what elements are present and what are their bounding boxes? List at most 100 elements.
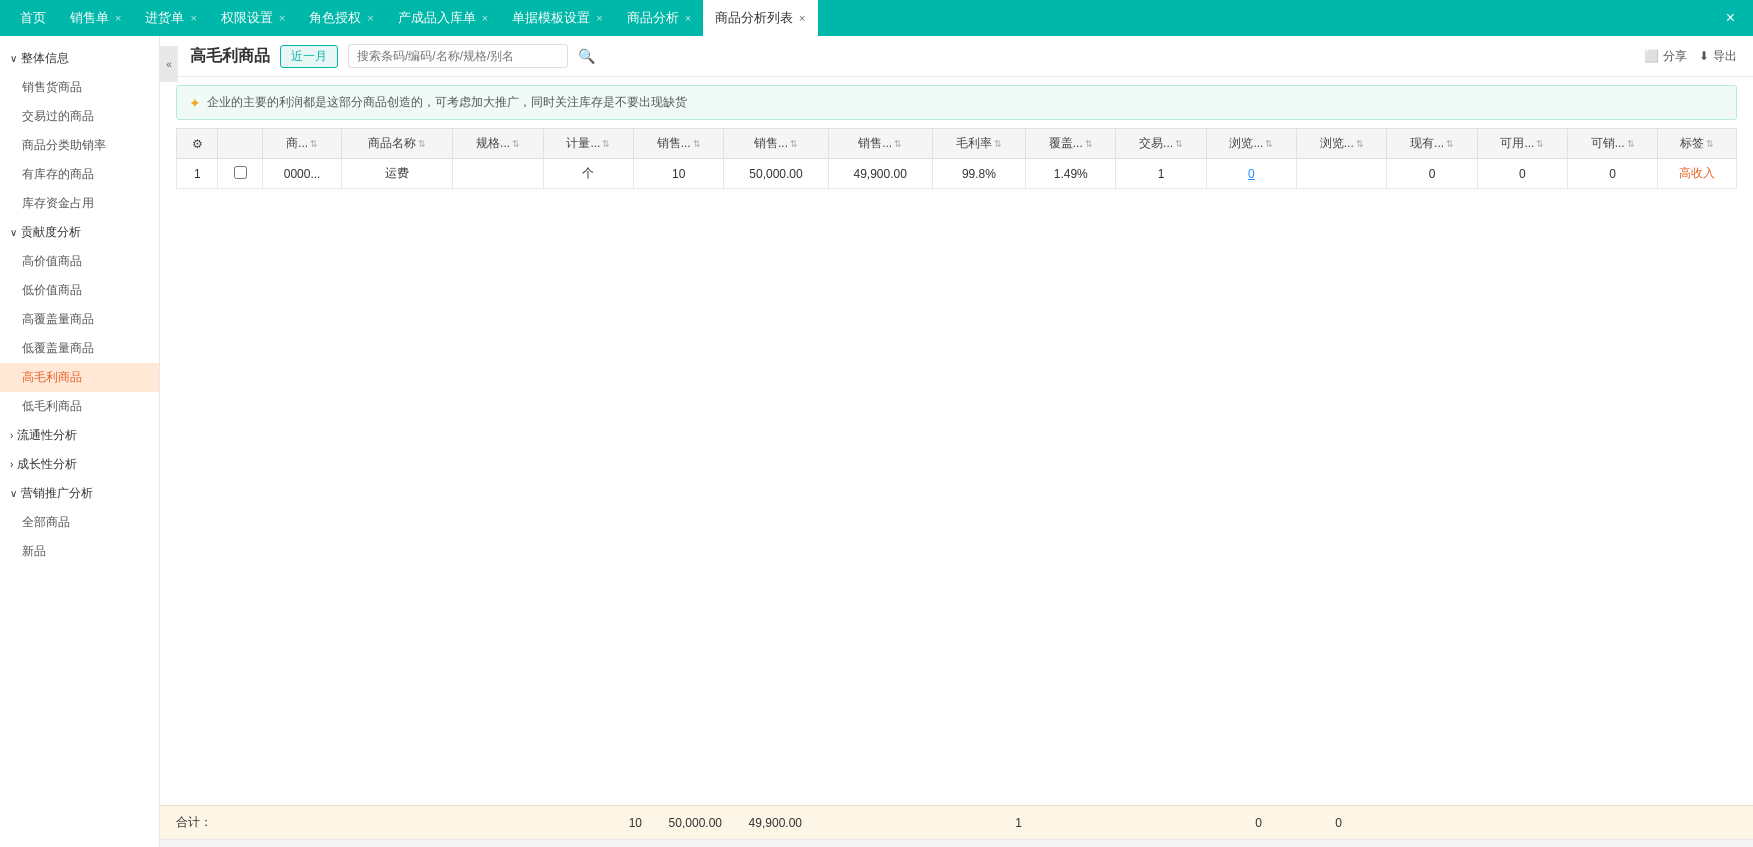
col-header-销售...[interactable]: 销售...⇅ [828,129,932,159]
row-browse1[interactable]: 0 [1206,159,1296,189]
nav-item-单据模板设置[interactable]: 单据模板设置× [500,0,614,36]
sidebar-item-低毛利商品[interactable]: 低毛利商品 [0,392,159,421]
row-sales3: 49,900.00 [828,159,932,189]
export-button[interactable]: ⬇ 导出 [1699,48,1737,65]
sort-icon: ⇅ [1446,139,1454,149]
top-nav: 首页销售单×进货单×权限设置×角色授权×产成品入库单×单据模板设置×商品分析×商… [0,0,1753,36]
col-header-浏览...[interactable]: 浏览...⇅ [1206,129,1296,159]
nav-close-icon[interactable]: × [115,12,121,24]
col-header-毛利率[interactable]: 毛利率⇅ [932,129,1025,159]
table-footer: 合计： 10 50,000.00 49,900.00 1 0 0 [160,805,1753,839]
col-header-销售...[interactable]: 销售...⇅ [724,129,828,159]
col-header-浏览...[interactable]: 浏览...⇅ [1297,129,1387,159]
col-header- [218,129,262,159]
col-header-⚙: ⚙ [177,129,218,159]
nav-close-icon[interactable]: × [190,12,196,24]
nav-close-icon[interactable]: × [367,12,373,24]
nav-item-角色授权[interactable]: 角色授权× [297,0,385,36]
col-header-现有...[interactable]: 现有...⇅ [1387,129,1477,159]
sort-icon: ⇅ [994,139,1002,149]
nav-item-销售单[interactable]: 销售单× [58,0,133,36]
footer-sales2: 50,000.00 [650,816,730,830]
info-icon: ✦ [189,95,201,111]
sidebar-group-贡献度分析[interactable]: ∨贡献度分析 [0,218,159,247]
sidebar-item-销售货商品[interactable]: 销售货商品 [0,73,159,102]
sort-icon: ⇅ [1536,139,1544,149]
page-title: 高毛利商品 [190,46,270,67]
group-arrow-icon: › [10,459,13,470]
row-browse2 [1297,159,1387,189]
window-close-button[interactable]: × [1716,9,1745,27]
sidebar-collapse-button[interactable]: « [160,46,178,82]
nav-item-商品分析[interactable]: 商品分析× [615,0,703,36]
sort-icon: ⇅ [1085,139,1093,149]
sidebar-group-整体信息[interactable]: ∨整体信息 [0,44,159,73]
sidebar-item-新品[interactable]: 新品 [0,537,159,566]
content-header: 高毛利商品 近一月 🔍 ⬜ 分享 ⬇ 导出 [160,36,1753,77]
nav-item-商品分析列表[interactable]: 商品分析列表× [703,0,817,36]
sort-icon: ⇅ [790,139,798,149]
col-header-覆盖...[interactable]: 覆盖...⇅ [1026,129,1116,159]
nav-item-首页[interactable]: 首页 [8,0,58,36]
sort-icon: ⇅ [894,139,902,149]
nav-item-产成品入库单[interactable]: 产成品入库单× [386,0,500,36]
filter-recent-button[interactable]: 近一月 [280,45,338,68]
sidebar-group-成长性分析[interactable]: ›成长性分析 [0,450,159,479]
col-header-可用...[interactable]: 可用...⇅ [1477,129,1567,159]
sidebar-item-高覆盖量商品[interactable]: 高覆盖量商品 [0,305,159,334]
sort-icon: ⇅ [310,139,318,149]
search-input[interactable] [348,44,568,68]
row-code: 0000... [262,159,342,189]
table-row: 10000...运费个1050,000.0049,900.0099.8%1.49… [177,159,1737,189]
share-button[interactable]: ⬜ 分享 [1644,48,1687,65]
footer-sales3: 49,900.00 [730,816,810,830]
row-tag: 高收入 [1658,159,1737,189]
sidebar-group-流通性分析[interactable]: ›流通性分析 [0,421,159,450]
data-table: ⚙商...⇅商品名称⇅规格...⇅计量...⇅销售...⇅销售...⇅销售...… [176,128,1737,189]
col-header-计量...[interactable]: 计量...⇅ [543,129,633,159]
sidebar-item-低价值商品[interactable]: 低价值商品 [0,276,159,305]
col-header-可销...[interactable]: 可销...⇅ [1568,129,1658,159]
row-gross-margin: 99.8% [932,159,1025,189]
sort-icon: ⇅ [1356,139,1364,149]
nav-item-进货单[interactable]: 进货单× [133,0,208,36]
nav-item-权限设置[interactable]: 权限设置× [209,0,297,36]
sidebar-item-商品分类助销率[interactable]: 商品分类助销率 [0,131,159,160]
sidebar-item-有库存的商品[interactable]: 有库存的商品 [0,160,159,189]
footer-label: 合计： [176,814,212,831]
nav-close-icon[interactable]: × [596,12,602,24]
bottom-scrollbar[interactable] [160,839,1753,847]
col-header-标签[interactable]: 标签⇅ [1658,129,1737,159]
sidebar-item-低覆盖量商品[interactable]: 低覆盖量商品 [0,334,159,363]
nav-close-icon[interactable]: × [279,12,285,24]
sort-icon: ⇅ [693,139,701,149]
sidebar-item-高价值商品[interactable]: 高价值商品 [0,247,159,276]
nav-close-icon[interactable]: × [482,12,488,24]
search-button[interactable]: 🔍 [578,48,595,64]
sort-icon: ⇅ [1706,139,1714,149]
col-header-商品名称[interactable]: 商品名称⇅ [342,129,453,159]
table-container[interactable]: ⚙商...⇅商品名称⇅规格...⇅计量...⇅销售...⇅销售...⇅销售...… [160,128,1753,805]
col-header-规格...[interactable]: 规格...⇅ [453,129,543,159]
nav-close-icon[interactable]: × [799,12,805,24]
sidebar-item-库存资金占用[interactable]: 库存资金占用 [0,189,159,218]
sidebar-item-高毛利商品[interactable]: 高毛利商品 [0,363,159,392]
row-checkbox[interactable] [218,159,262,189]
row-available: 0 [1477,159,1567,189]
nav-close-icon[interactable]: × [685,12,691,24]
col-header-交易...[interactable]: 交易...⇅ [1116,129,1206,159]
group-arrow-icon: ∨ [10,488,17,499]
header-actions: ⬜ 分享 ⬇ 导出 [1644,48,1737,65]
sidebar-group-营销推广分析[interactable]: ∨营销推广分析 [0,479,159,508]
col-header-销售...[interactable]: 销售...⇅ [634,129,724,159]
sidebar-item-交易过的商品[interactable]: 交易过的商品 [0,102,159,131]
group-arrow-icon: › [10,430,13,441]
row-checkbox-input[interactable] [234,166,247,179]
row-sales2: 50,000.00 [724,159,828,189]
col-header-商...[interactable]: 商...⇅ [262,129,342,159]
footer-transactions: 1 [950,816,1030,830]
sidebar-item-全部商品[interactable]: 全部商品 [0,508,159,537]
sort-icon: ⇅ [418,139,426,149]
sort-icon: ⇅ [1627,139,1635,149]
row-coverage: 1.49% [1026,159,1116,189]
